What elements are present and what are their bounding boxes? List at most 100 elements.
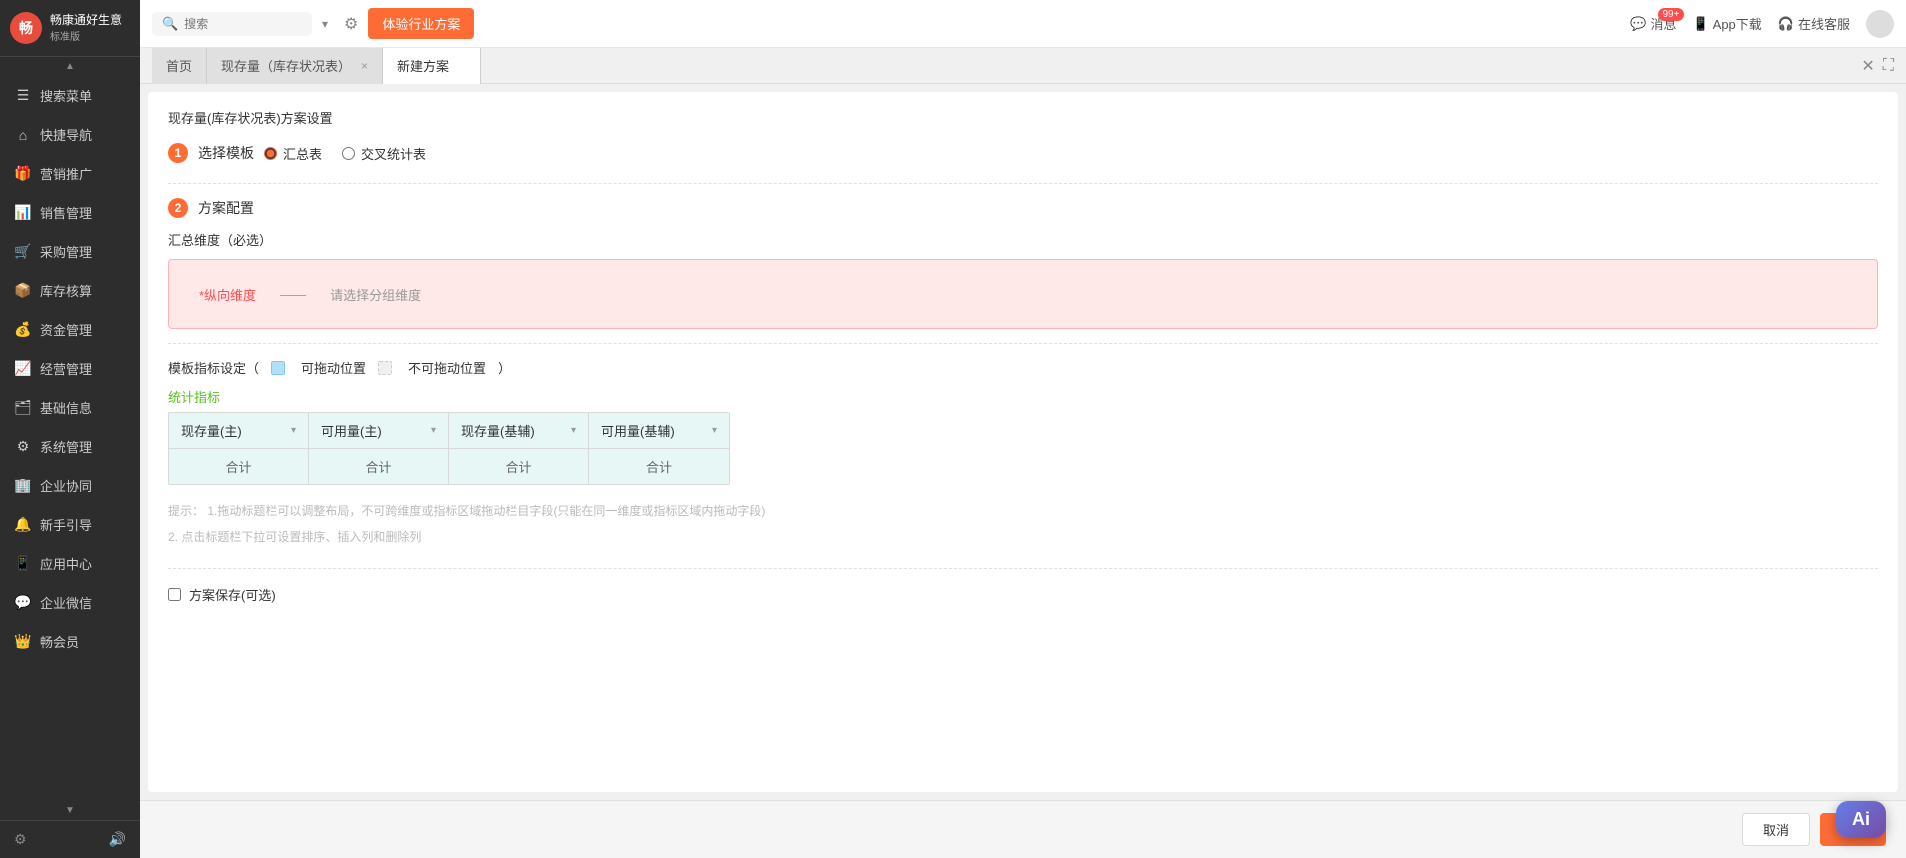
sidebar-item-label: 企业协同 [40, 476, 92, 495]
stats-col-1: 可用量(主) ▾ 合计 [309, 413, 449, 484]
tab-inventory[interactable]: 现存量（库存状况表） × [207, 48, 383, 84]
appcenter-icon: 📱 [14, 555, 32, 573]
user-menu[interactable] [1866, 10, 1894, 38]
finance-icon: 💰 [14, 321, 32, 339]
tabbar: 首页 现存量（库存状况表） × 新建方案 × ✕ ⛶ [140, 48, 1906, 84]
sidebar-item-newguide[interactable]: 🔔 新手引导 [0, 505, 140, 544]
radio-summary-input[interactable] [264, 147, 277, 160]
topbar-right: 💬 消息 99+ 📱 App下载 🎧 在线客服 [1630, 10, 1894, 38]
tab-inventory-close[interactable]: × [361, 59, 368, 73]
speaker-icon[interactable]: 🔊 [109, 831, 126, 848]
stats-col-2: 现存量(基辅) ▾ 合计 [449, 413, 589, 484]
message-btn[interactable]: 💬 消息 99+ [1630, 14, 1676, 33]
topbar: 🔍 ▾ ⚙ 体验行业方案 💬 消息 99+ 📱 App下载 🎧 在线客服 [140, 0, 1906, 48]
page-title: 现存量(库存状况表)方案设置 [168, 108, 1878, 127]
fixed-label: 不可拖动位置 [408, 358, 486, 377]
newguide-icon: 🔔 [14, 516, 32, 534]
gear-icon[interactable]: ⚙ [344, 14, 358, 34]
sidebar-item-finance[interactable]: 💰 资金管理 [0, 310, 140, 349]
tab-home[interactable]: 首页 [152, 48, 207, 84]
app-download-btn[interactable]: 📱 App下载 [1692, 14, 1761, 33]
stats-col-body-0: 合计 [169, 449, 308, 484]
dim-placeholder: 请选择分组维度 [330, 285, 421, 304]
radio-cross-input[interactable] [342, 147, 355, 160]
stats-col-0: 现存量(主) ▾ 合计 [169, 413, 309, 484]
sidebar-item-sales[interactable]: 📊 销售管理 [0, 193, 140, 232]
sidebar-nav: ☰ 搜索菜单 ⌂ 快捷导航 🎁 营销推广 📊 销售管理 🛒 采购管理 📦 库存核… [0, 76, 140, 801]
sidebar-scroll-down[interactable]: ▼ [0, 801, 140, 820]
sidebar-item-member[interactable]: 👑 畅会员 [0, 622, 140, 661]
customer-service-btn[interactable]: 🎧 在线客服 [1778, 14, 1850, 33]
save-checkbox[interactable] [168, 588, 181, 601]
app-version: 标准版 [50, 28, 122, 43]
draggable-label: 可拖动位置 [301, 358, 366, 377]
tab-newplan-close[interactable]: × [459, 59, 466, 73]
stats-section: 统计指标 现存量(主) ▾ 合计 [168, 387, 1878, 485]
member-icon: 👑 [14, 633, 32, 651]
tab-newplan-label: 新建方案 [397, 56, 449, 75]
window-close-icon[interactable]: ✕ [1861, 56, 1874, 76]
stats-col-header-0[interactable]: 现存量(主) ▾ [169, 413, 308, 449]
stats-col-label-2: 现存量(基辅) [461, 421, 535, 440]
sidebar-item-operations[interactable]: 📈 经营管理 [0, 349, 140, 388]
chevron-down-icon-1: ▾ [431, 425, 436, 436]
phone-icon: 📱 [1692, 16, 1708, 32]
sidebar-item-label: 系统管理 [40, 437, 92, 456]
sidebar-item-purchase[interactable]: 🛒 采购管理 [0, 232, 140, 271]
stats-col-label-1: 可用量(主) [321, 421, 382, 440]
stats-table: 现存量(主) ▾ 合计 可用量(主) ▾ [168, 412, 730, 485]
industry-btn[interactable]: 体验行业方案 [368, 8, 474, 39]
sidebar-item-label: 营销推广 [40, 164, 92, 183]
marketing-icon: 🎁 [14, 165, 32, 183]
sidebar-item-basic[interactable]: 🗂 基础信息 [0, 388, 140, 427]
save-label: 方案保存(可选) [189, 585, 276, 604]
draggable-badge [271, 361, 285, 375]
stats-table-header: 现存量(主) ▾ 合计 可用量(主) ▾ [169, 413, 729, 484]
sidebar-item-marketing[interactable]: 🎁 营销推广 [0, 154, 140, 193]
cancel-button[interactable]: 取消 [1742, 813, 1810, 846]
sidebar-item-label: 库存核算 [40, 281, 92, 300]
sidebar-item-wechat[interactable]: 💬 企业微信 [0, 583, 140, 622]
stats-col-3: 可用量(基辅) ▾ 合计 [589, 413, 729, 484]
sidebar-item-search[interactable]: ☰ 搜索菜单 [0, 76, 140, 115]
sidebar-item-inventory[interactable]: 📦 库存核算 [0, 271, 140, 310]
sidebar-item-system[interactable]: ⚙ 系统管理 [0, 427, 140, 466]
search-icon: ☰ [14, 87, 32, 105]
ai-button[interactable]: Ai [1836, 801, 1886, 838]
sidebar-scroll-up[interactable]: ▲ [0, 57, 140, 76]
sales-icon: 📊 [14, 204, 32, 222]
stats-col-header-3[interactable]: 可用量(基辅) ▾ [589, 413, 729, 449]
search-input[interactable] [184, 17, 302, 31]
headset-icon: 🎧 [1778, 16, 1794, 32]
quicknav-icon: ⌂ [14, 126, 32, 144]
dimension-label: 汇总维度（必选） [168, 230, 1878, 249]
tab-newplan[interactable]: 新建方案 × [383, 48, 481, 84]
hint-1: 提示： 1.拖动标题栏可以调整布局，不可跨维度或指标区域拖动栏目字段(只能在同一… [168, 501, 1878, 523]
stats-col-body-2: 合计 [449, 449, 588, 484]
dimension-box[interactable]: *纵向维度 —— 请选择分组维度 [168, 259, 1878, 329]
chevron-down-icon-0: ▾ [291, 425, 296, 436]
stats-col-header-1[interactable]: 可用量(主) ▾ [309, 413, 448, 449]
app-name: 畅康通好生意 [50, 13, 122, 29]
radio-summary[interactable]: 汇总表 [264, 144, 322, 163]
radio-cross[interactable]: 交叉统计表 [342, 144, 426, 163]
sidebar-item-quicknav[interactable]: ⌂ 快捷导航 [0, 115, 140, 154]
indicator-label: 模板指标设定（ 可拖动位置 不可拖动位置 ） [168, 358, 1878, 377]
search-icon: 🔍 [162, 16, 178, 32]
stats-col-header-2[interactable]: 现存量(基辅) ▾ [449, 413, 588, 449]
dropdown-icon[interactable]: ▾ [322, 17, 328, 31]
fixed-badge [378, 361, 392, 375]
sidebar-item-label: 经营管理 [40, 359, 92, 378]
search-box[interactable]: 🔍 [152, 12, 312, 36]
tab-home-label: 首页 [166, 56, 192, 75]
operations-icon: 📈 [14, 360, 32, 378]
basic-icon: 🗂 [14, 399, 32, 417]
stats-col-label-3: 可用量(基辅) [601, 421, 675, 440]
settings-icon[interactable]: ⚙ [14, 831, 27, 848]
window-expand-icon[interactable]: ⛶ [1883, 57, 1894, 75]
stats-title: 统计指标 [168, 387, 1878, 406]
system-icon: ⚙ [14, 438, 32, 456]
indicator-suffix: ） [498, 358, 511, 377]
sidebar-item-company[interactable]: 🏢 企业协同 [0, 466, 140, 505]
sidebar-item-appcenter[interactable]: 📱 应用中心 [0, 544, 140, 583]
